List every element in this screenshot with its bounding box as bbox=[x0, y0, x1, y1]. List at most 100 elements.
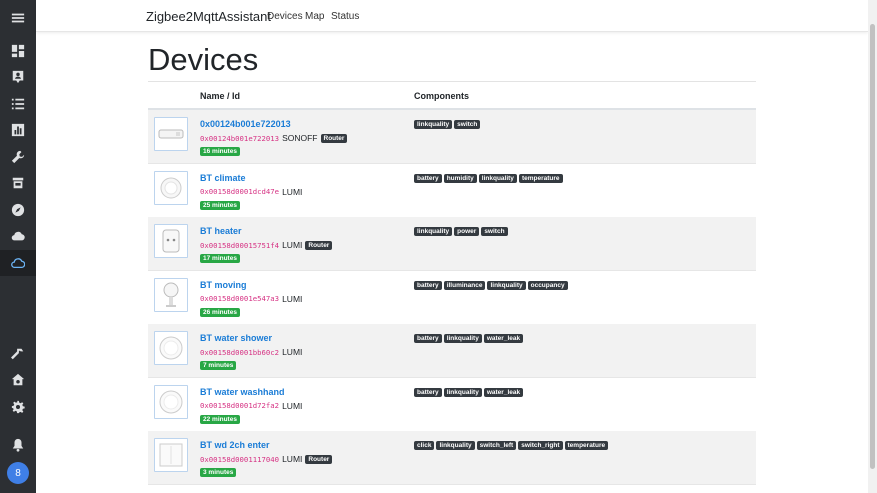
top-navbar: Zigbee2MqttAssistant Devices Map Status bbox=[36, 0, 868, 32]
cloud-outline-icon[interactable] bbox=[0, 250, 36, 276]
component-badge: switch_left bbox=[476, 441, 517, 450]
device-name-link[interactable]: BT water washhand bbox=[200, 387, 285, 397]
device-id: 0x00158d0001e547a3 bbox=[200, 294, 280, 303]
device-vendor: LUMI bbox=[282, 293, 303, 304]
last-seen-badge: 26 minutes bbox=[200, 307, 240, 317]
component-badge: battery bbox=[414, 334, 442, 343]
component-badge: linkquality bbox=[443, 387, 482, 397]
router-badge: Router bbox=[320, 133, 348, 143]
device-vendor: LUMI bbox=[282, 400, 303, 411]
device-name-link[interactable]: 0x00124b001e722013 bbox=[200, 119, 291, 129]
components-list: linkquality switch bbox=[414, 120, 481, 129]
component-badge: humidity bbox=[443, 173, 477, 183]
nav-map[interactable]: Map bbox=[305, 11, 324, 22]
component-badge: battery bbox=[414, 173, 442, 183]
last-seen-badge: 22 minutes bbox=[200, 414, 240, 424]
device-vendor: LUMI bbox=[282, 347, 303, 357]
scrollbar[interactable] bbox=[868, 0, 877, 493]
table-row: BT climate 0x00158d0001dcd47e LUMI 25 minut… bbox=[148, 164, 756, 218]
components-list: battery humidity linkquality temperature bbox=[414, 173, 563, 183]
last-seen-badge: 7 minutes bbox=[200, 361, 237, 370]
dashboard-icon[interactable] bbox=[0, 38, 36, 64]
app-brand[interactable]: Zigbee2MqttAssistant bbox=[146, 9, 271, 24]
component-badge: temperature bbox=[564, 441, 609, 450]
components-list: battery illuminance linkquality occupancy bbox=[414, 280, 568, 290]
device-name-link[interactable]: BT heater bbox=[200, 226, 242, 236]
last-seen-badge: 16 minutes bbox=[200, 147, 240, 156]
device-id-line: 0x00158d0001bb60c2 LUMI bbox=[200, 347, 302, 357]
smart-plug-icon bbox=[154, 224, 188, 258]
list-icon[interactable] bbox=[0, 91, 36, 117]
component-badge: battery bbox=[414, 280, 442, 290]
component-badge: switch_right bbox=[518, 441, 563, 450]
last-seen-badge: 17 minutes bbox=[200, 254, 240, 263]
divider bbox=[148, 81, 756, 82]
bell-icon[interactable] bbox=[0, 432, 36, 458]
store-icon[interactable] bbox=[0, 170, 36, 196]
table-row: BT moving 0x00158d0001e547a3 LUMI 26 minute… bbox=[148, 271, 756, 325]
gear-icon[interactable] bbox=[0, 394, 36, 420]
device-vendor: LUMI bbox=[282, 240, 303, 250]
table-row: 0x00124b001e722013 0x00124b001e722013 SONO… bbox=[148, 110, 756, 164]
sonoff-relay-icon bbox=[154, 117, 188, 151]
component-badge: power bbox=[454, 227, 480, 236]
home-gear-icon[interactable] bbox=[0, 367, 36, 393]
hammer-icon[interactable] bbox=[0, 341, 36, 367]
router-badge: Router bbox=[305, 454, 333, 464]
table-row: BT heater 0x00158d00015751f4 LUMI Router 17 … bbox=[148, 217, 756, 271]
scrollbar-thumb[interactable] bbox=[870, 24, 875, 469]
device-id-line: 0x00158d0001d72fa2 LUMI bbox=[200, 401, 302, 411]
device-name-link[interactable]: BT climate bbox=[200, 173, 246, 183]
device-id: 0x00158d0001dcd47e bbox=[200, 187, 280, 196]
column-header-components: Components bbox=[414, 91, 469, 101]
component-badge: linkquality bbox=[443, 334, 482, 343]
component-badge: linkquality bbox=[414, 120, 453, 129]
device-vendor: LUMI bbox=[282, 454, 303, 464]
device-name-link[interactable]: BT moving bbox=[200, 280, 247, 290]
wrench-icon[interactable] bbox=[0, 144, 36, 170]
components-list: battery linkquality water_leak bbox=[414, 334, 524, 343]
nav-devices[interactable]: Devices bbox=[267, 11, 303, 22]
component-badge: temperature bbox=[518, 173, 563, 183]
nav-status[interactable]: Status bbox=[331, 11, 359, 22]
component-badge: click bbox=[414, 441, 435, 450]
compass-icon[interactable] bbox=[0, 197, 36, 223]
device-id: 0x00158d0001d72fa2 bbox=[200, 401, 280, 410]
menu-icon[interactable] bbox=[0, 0, 36, 36]
components-list: linkquality power switch bbox=[414, 227, 508, 236]
component-badge: occupancy bbox=[527, 280, 568, 290]
chart-icon[interactable] bbox=[0, 117, 36, 143]
avatar[interactable]: 8 bbox=[7, 462, 29, 484]
components-list: battery linkquality water_leak bbox=[414, 387, 524, 397]
component-badge: water_leak bbox=[483, 387, 524, 397]
person-badge-icon[interactable] bbox=[0, 64, 36, 90]
device-vendor: SONOFF bbox=[282, 133, 318, 143]
device-id: 0x00158d0001bb60c2 bbox=[200, 347, 280, 357]
cloud-icon[interactable] bbox=[0, 223, 36, 249]
last-seen-badge: 3 minutes bbox=[200, 468, 237, 477]
component-badge: linkquality bbox=[414, 227, 453, 236]
component-badge: linkquality bbox=[436, 441, 475, 450]
device-name-link[interactable]: BT wd 2ch enter bbox=[200, 440, 270, 450]
component-badge: switch bbox=[454, 120, 481, 129]
component-badge: linkquality bbox=[487, 280, 526, 290]
device-id-line: 0x00158d0001dcd47e LUMI bbox=[200, 187, 302, 197]
component-badge: battery bbox=[414, 387, 442, 397]
device-name-link[interactable]: BT water shower bbox=[200, 333, 272, 343]
component-badge: illuminance bbox=[443, 280, 486, 290]
table-row: BT water shower 0x00158d0001bb60c2 LUMI 7 m… bbox=[148, 324, 756, 378]
device-vendor: LUMI bbox=[282, 186, 303, 197]
device-id: 0x00124b001e722013 bbox=[200, 133, 280, 143]
motion-sensor-icon bbox=[154, 277, 188, 312]
device-id: 0x00158d0001117040 bbox=[200, 454, 280, 464]
table-row: BT wd 2ch enter 0x00158d0001117040 LUMI Rou… bbox=[148, 431, 756, 485]
page-title: Devices bbox=[148, 42, 259, 77]
sidebar: 8 bbox=[0, 0, 36, 493]
table-row: BT water washhand 0x00158d0001d72fa2 LUMI 2… bbox=[148, 378, 756, 432]
component-badge: water_leak bbox=[483, 334, 524, 343]
last-seen-badge: 25 minutes bbox=[200, 200, 240, 210]
component-badge: switch bbox=[481, 227, 508, 236]
router-badge: Router bbox=[305, 240, 333, 250]
device-id: 0x00158d00015751f4 bbox=[200, 240, 280, 250]
device-id-line: 0x00158d00015751f4 LUMI Router bbox=[200, 240, 333, 250]
